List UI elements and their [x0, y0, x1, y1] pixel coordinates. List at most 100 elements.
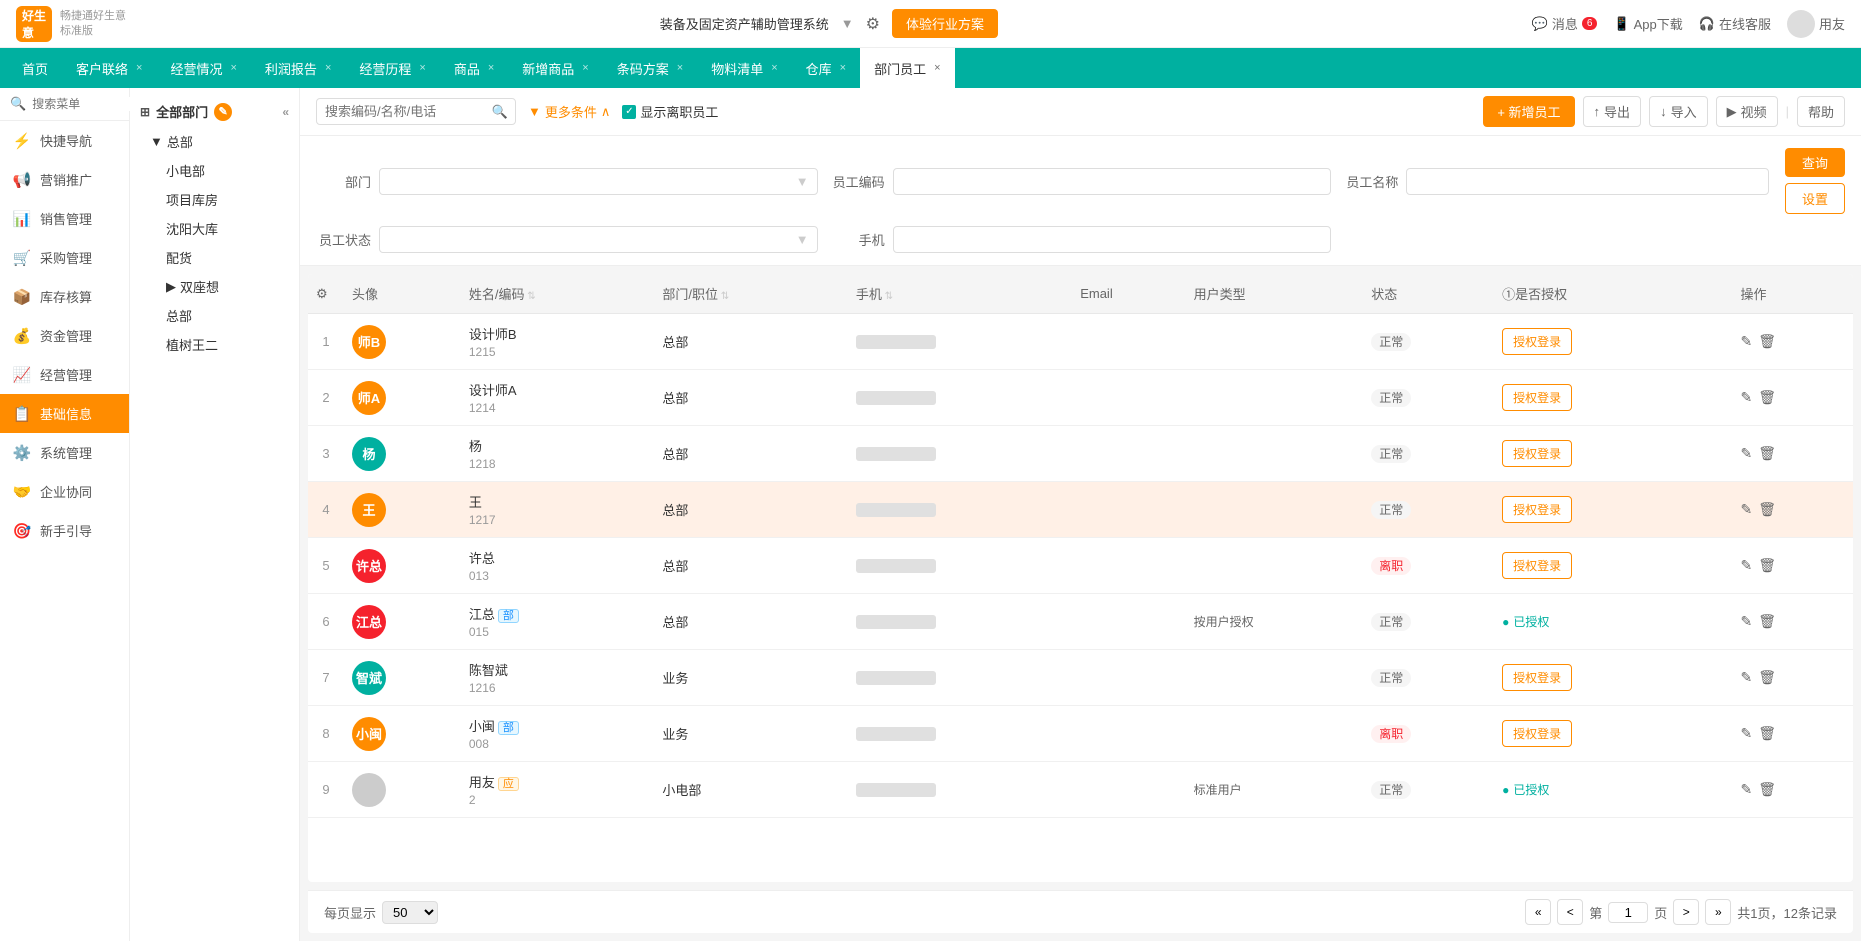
- auth-login-btn[interactable]: 授权登录: [1502, 440, 1572, 467]
- dropdown-icon[interactable]: ▼: [841, 16, 854, 31]
- user-btn[interactable]: 用友: [1787, 10, 1845, 38]
- tab-bom[interactable]: 物料清单 ×: [697, 48, 791, 88]
- edit-btn[interactable]: ✎: [1741, 557, 1753, 574]
- delete-btn[interactable]: 🗑: [1758, 613, 1776, 630]
- th-phone[interactable]: 手机: [848, 274, 1072, 314]
- close-barcode-icon[interactable]: ×: [677, 62, 683, 74]
- tab-warehouse[interactable]: 仓库 ×: [792, 48, 860, 88]
- dept-node-general[interactable]: ▼ 总部: [130, 127, 299, 156]
- collapse-btn[interactable]: «: [282, 105, 289, 119]
- delete-btn[interactable]: 🗑: [1758, 669, 1776, 686]
- online-service-btn[interactable]: 🎧 在线客服: [1699, 14, 1771, 33]
- dept-node-distribution[interactable]: 配货: [146, 243, 299, 272]
- last-page-btn[interactable]: »: [1705, 899, 1731, 925]
- messages-btn[interactable]: 💬 消息 6: [1532, 14, 1598, 33]
- nav-item-guide[interactable]: 🎯 新手引导: [0, 511, 129, 550]
- emp-name-input[interactable]: [1406, 168, 1769, 195]
- dept-node-zhushu[interactable]: 植树王二: [146, 330, 299, 359]
- edit-btn[interactable]: ✎: [1741, 725, 1753, 742]
- app-download-btn[interactable]: 📱 App下载: [1613, 14, 1682, 33]
- dept-edit-badge[interactable]: ✎: [214, 103, 232, 121]
- close-bom-icon[interactable]: ×: [771, 62, 777, 74]
- show-resigned-checkbox[interactable]: ✓: [622, 105, 636, 119]
- tab-process[interactable]: 经营历程 ×: [345, 48, 439, 88]
- auth-login-btn[interactable]: 授权登录: [1502, 384, 1572, 411]
- close-operation-icon[interactable]: ×: [230, 62, 236, 74]
- edit-btn[interactable]: ✎: [1741, 445, 1753, 462]
- import-button[interactable]: ↓ 导入: [1649, 96, 1708, 127]
- close-profit-icon[interactable]: ×: [325, 62, 331, 74]
- nav-item-marketing[interactable]: 📢 营销推广: [0, 160, 129, 199]
- delete-btn[interactable]: 🗑: [1758, 333, 1776, 350]
- per-page-select[interactable]: 50 100 200: [382, 901, 438, 924]
- auth-login-btn[interactable]: 授权登录: [1502, 664, 1572, 691]
- search-button[interactable]: 查询: [1785, 148, 1845, 177]
- first-page-btn[interactable]: «: [1525, 899, 1551, 925]
- nav-item-quick[interactable]: ⚡ 快捷导航: [0, 121, 129, 160]
- search-menu-area[interactable]: 🔍: [0, 88, 129, 121]
- delete-btn[interactable]: 🗑: [1758, 501, 1776, 518]
- edit-btn[interactable]: ✎: [1741, 389, 1753, 406]
- page-number-input[interactable]: [1608, 902, 1648, 923]
- th-dept-pos[interactable]: 部门/职位: [654, 274, 848, 314]
- nav-item-sales[interactable]: 📊 销售管理: [0, 199, 129, 238]
- tab-new-goods[interactable]: 新增商品 ×: [508, 48, 602, 88]
- auth-login-btn[interactable]: 授权登录: [1502, 552, 1572, 579]
- dept-node-shenyang[interactable]: 沈阳大库: [146, 214, 299, 243]
- dept-node-project[interactable]: 项目库房: [146, 185, 299, 214]
- edit-btn[interactable]: ✎: [1741, 669, 1753, 686]
- tab-goods[interactable]: 商品 ×: [440, 48, 508, 88]
- help-button[interactable]: 帮助: [1797, 96, 1845, 127]
- delete-btn[interactable]: 🗑: [1758, 557, 1776, 574]
- edit-btn[interactable]: ✎: [1741, 501, 1753, 518]
- auth-login-btn[interactable]: 授权登录: [1502, 328, 1572, 355]
- delete-btn[interactable]: 🗑: [1758, 389, 1776, 406]
- set-button[interactable]: 设置: [1785, 183, 1845, 214]
- trial-button[interactable]: 体验行业方案: [892, 9, 998, 38]
- delete-btn[interactable]: 🗑: [1758, 781, 1776, 798]
- tab-operation-status[interactable]: 经营情况 ×: [156, 48, 250, 88]
- close-customer-icon[interactable]: ×: [136, 62, 142, 74]
- nav-item-purchase[interactable]: 🛒 采购管理: [0, 238, 129, 277]
- close-dept-icon[interactable]: ×: [934, 62, 940, 74]
- delete-btn[interactable]: 🗑: [1758, 725, 1776, 742]
- nav-item-basic[interactable]: 📋 基础信息: [0, 394, 129, 433]
- nav-item-finance[interactable]: 💰 资金管理: [0, 316, 129, 355]
- dept-node-xiaodian[interactable]: 小电部: [146, 156, 299, 185]
- settings-col-icon[interactable]: ⚙: [316, 286, 328, 301]
- next-page-btn[interactable]: >: [1673, 899, 1699, 925]
- dept-node-shuangzuo[interactable]: ▶ 双座想: [146, 272, 299, 301]
- edit-btn[interactable]: ✎: [1741, 613, 1753, 630]
- tab-profit[interactable]: 利润报告 ×: [251, 48, 345, 88]
- search-input[interactable]: [316, 98, 516, 125]
- phone-input[interactable]: [893, 226, 1332, 253]
- nav-item-cooperation[interactable]: 🤝 企业协同: [0, 472, 129, 511]
- auth-login-btn[interactable]: 授权登录: [1502, 720, 1572, 747]
- tab-home[interactable]: 首页: [8, 48, 62, 88]
- edit-btn[interactable]: ✎: [1741, 781, 1753, 798]
- tab-barcode[interactable]: 条码方案 ×: [603, 48, 697, 88]
- nav-item-operation[interactable]: 📈 经营管理: [0, 355, 129, 394]
- close-warehouse-icon[interactable]: ×: [840, 62, 846, 74]
- edit-btn[interactable]: ✎: [1741, 333, 1753, 350]
- close-new-goods-icon[interactable]: ×: [582, 62, 588, 74]
- view-button[interactable]: ▶ 视频: [1716, 96, 1778, 127]
- tab-customer[interactable]: 客户联络 ×: [62, 48, 156, 88]
- th-name-code[interactable]: 姓名/编码: [461, 274, 655, 314]
- nav-item-inventory[interactable]: 📦 库存核算: [0, 277, 129, 316]
- close-goods-icon[interactable]: ×: [488, 62, 494, 74]
- tab-dept-staff[interactable]: 部门员工 ×: [860, 48, 954, 88]
- emp-code-input[interactable]: [893, 168, 1332, 195]
- auth-login-btn[interactable]: 授权登录: [1502, 496, 1572, 523]
- delete-btn[interactable]: 🗑: [1758, 445, 1776, 462]
- nav-item-system[interactable]: ⚙️ 系统管理: [0, 433, 129, 472]
- dept-node-zongbu[interactable]: 总部: [146, 301, 299, 330]
- add-employee-button[interactable]: + 新增员工: [1483, 96, 1574, 127]
- prev-page-btn[interactable]: <: [1557, 899, 1583, 925]
- dept-filter-select[interactable]: ▼: [379, 168, 818, 195]
- settings-icon[interactable]: ⚙: [866, 14, 880, 34]
- more-conditions-btn[interactable]: ▼ 更多条件 ∧: [528, 102, 610, 121]
- close-process-icon[interactable]: ×: [419, 62, 425, 74]
- emp-status-select[interactable]: ▼: [379, 226, 818, 253]
- export-button[interactable]: ↑ 导出: [1583, 96, 1642, 127]
